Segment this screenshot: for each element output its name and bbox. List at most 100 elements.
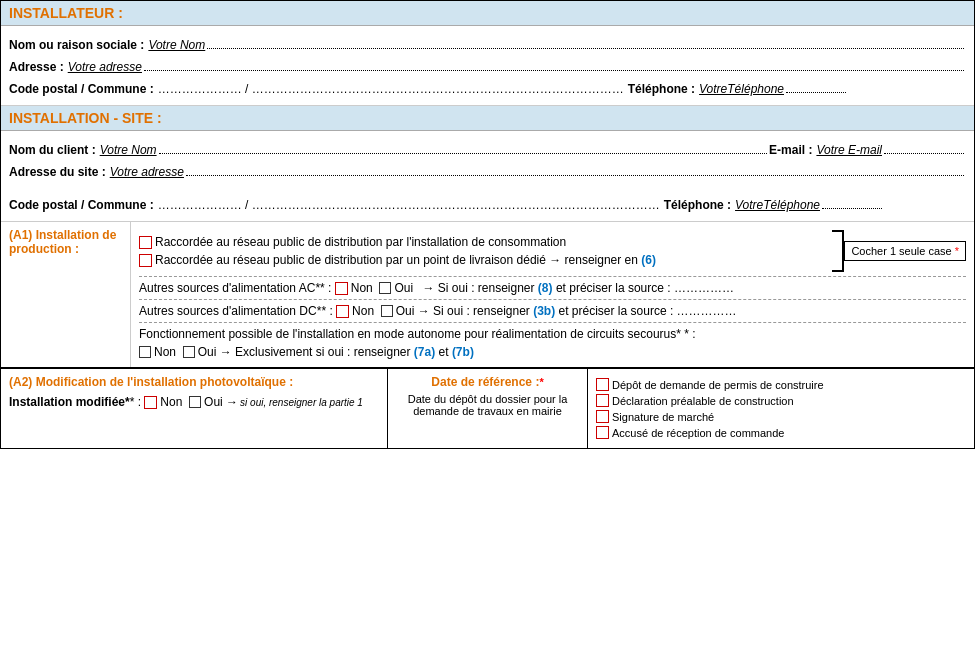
checkbox-a3-1[interactable] [596,394,609,407]
a3-item-3: Accusé de réception de commande [596,426,966,439]
a2-oui-text: Oui [204,395,223,409]
radio1-text: Raccordée au réseau public de distributi… [155,235,566,249]
sep3 [139,322,966,323]
a3-asterisk: * [539,376,543,388]
cp-label: Code postal / Commune : [9,82,154,96]
ac-oui-text: Oui [394,281,413,295]
ac-label: Autres sources d'alimentation AC* [139,281,320,295]
dc-preciser: et préciser la source : …………… [559,304,737,318]
fonc-et: et [439,345,449,359]
a3-header: Date de référence : * [396,375,579,389]
cp-site-label: Code postal / Commune : [9,198,154,212]
dc-oui-text: Oui [396,304,415,318]
dc-non-text: Non [352,304,374,318]
checkbox-radio2[interactable] [139,254,152,267]
email-dotted [884,140,964,154]
ac-row: Autres sources d'alimentation AC* * : No… [139,281,966,295]
ac-arrow [416,281,419,295]
ac-preciser: et préciser la source : …………… [556,281,734,295]
checkbox-ac-non[interactable] [335,282,348,295]
brace-cocher: Cocher 1 seule case * [832,230,966,272]
checkbox-dc-oui[interactable] [381,305,393,317]
nom-client-row: Nom du client : Votre Nom E-mail : Votre… [9,140,966,157]
nom-client-label: Nom du client : [9,143,96,157]
adresse-row: Adresse : Votre adresse [9,57,966,74]
radio2-num: (6) [641,253,656,267]
checkbox-a2-non[interactable] [144,396,157,409]
cocher-asterisk: * [955,245,959,257]
a2-si-text: si oui, renseigner la partie 1 [240,397,363,408]
fonc-oui-text: Oui [198,345,217,359]
email-value: Votre E-mail [816,143,882,157]
ac-num: (8) [538,281,553,295]
checkbox-a2-oui[interactable] [189,396,201,408]
checkbox-ac-oui[interactable] [379,282,391,294]
ac-si-oui: → Si oui : renseigner [422,281,534,295]
a2-title: (A2) Modification de l'installation phot… [9,375,379,389]
nom-value: Votre Nom [148,38,205,52]
sep1 [139,276,966,277]
cp-row: Code postal / Commune : ………………… / ………………… [9,79,966,96]
fonc-label: Fonctionnement possible de l'installatio… [139,327,681,341]
cocher-text: Cocher 1 seule case [851,245,951,257]
installateur-header: INSTALLATEUR : [1,1,974,26]
a2-row: Installation modifiée* * : Non Oui → si … [9,395,379,409]
install-label: Installation modifiée* [9,395,130,409]
fonc-row: Fonctionnement possible de l'installatio… [139,327,966,341]
fonc-exclu: Exclusivement si oui : renseigner [235,345,410,359]
nom-dotted [207,35,964,49]
checkbox-radio1[interactable] [139,236,152,249]
fonc-options-row: Non Oui → Exclusivement si oui : renseig… [139,345,966,359]
adresse-value: Votre adresse [68,60,142,74]
a1-title: (A1) Installation de production : [9,228,122,256]
nom-label: Nom ou raison sociale : [9,38,144,52]
nom-client-value: Votre Nom [100,143,157,157]
a1-section: (A1) Installation de production : Raccor… [1,222,974,368]
a3-text-2: Signature de marché [612,411,714,423]
a2-non-text: Non [160,395,182,409]
dc-num: (3b) [533,304,555,318]
a1-content: Raccordée au réseau public de distributi… [131,222,974,367]
a3-item-2: Signature de marché [596,410,966,423]
a2-arrow: → [226,395,238,409]
fonc-7a: (7a) [414,345,435,359]
checkbox-a3-0[interactable] [596,378,609,391]
radio-lines: Raccordée au réseau public de distributi… [139,231,824,271]
cp-site-row: Code postal / Commune : ………………… / ………………… [9,195,966,212]
checkbox-fonc-oui[interactable] [183,346,195,358]
tel-site-value: VotreTéléphone [735,198,820,212]
tel-dotted [786,79,846,93]
dc-label: Autres sources d'alimentation DC* [139,304,321,318]
adresse-dotted [144,57,964,71]
radio-brace-container: Raccordée au réseau public de distributi… [139,230,966,272]
email-label: E-mail : [769,143,812,157]
checkbox-fonc-non[interactable] [139,346,151,358]
checkbox-a3-2[interactable] [596,410,609,423]
adresse-label: Adresse : [9,60,64,74]
ac-non-text: Non [351,281,373,295]
nom-client-dotted [159,140,768,154]
a3-item-0: Dépôt de demande de permis de construire [596,378,966,391]
a3-item-1: Déclaration préalable de construction [596,394,966,407]
checkbox-a3-3[interactable] [596,426,609,439]
a3-desc: Date du dépôt du dossier pour la demande… [396,393,579,417]
radio2-text: Raccordée au réseau public de distributi… [155,253,638,267]
installation-title: INSTALLATION - SITE : [9,110,162,126]
tel-value: VotreTéléphone [699,82,784,96]
checkbox-dc-non[interactable] [336,305,349,318]
installation-section: Nom du client : Votre Nom E-mail : Votre… [1,131,974,222]
fonc-arrow: → [220,345,232,359]
a3-checkboxes: Dépôt de demande de permis de construire… [588,369,974,448]
adresse-site-dotted [186,162,964,176]
tel-label: Téléphone : [628,82,695,96]
a1-label: (A1) Installation de production : [1,222,131,367]
sep2 [139,299,966,300]
a2-section: (A2) Modification de l'installation phot… [1,369,388,448]
dc-row: Autres sources d'alimentation DC* * : No… [139,304,966,318]
right-brace [832,230,844,272]
adresse-site-label: Adresse du site : [9,165,106,179]
fonc-non-text: Non [154,345,176,359]
bottom-section: (A2) Modification de l'installation phot… [1,368,974,448]
installateur-section: Nom ou raison sociale : Votre Nom Adress… [1,26,974,106]
a3-title: Date de référence : [431,375,539,389]
